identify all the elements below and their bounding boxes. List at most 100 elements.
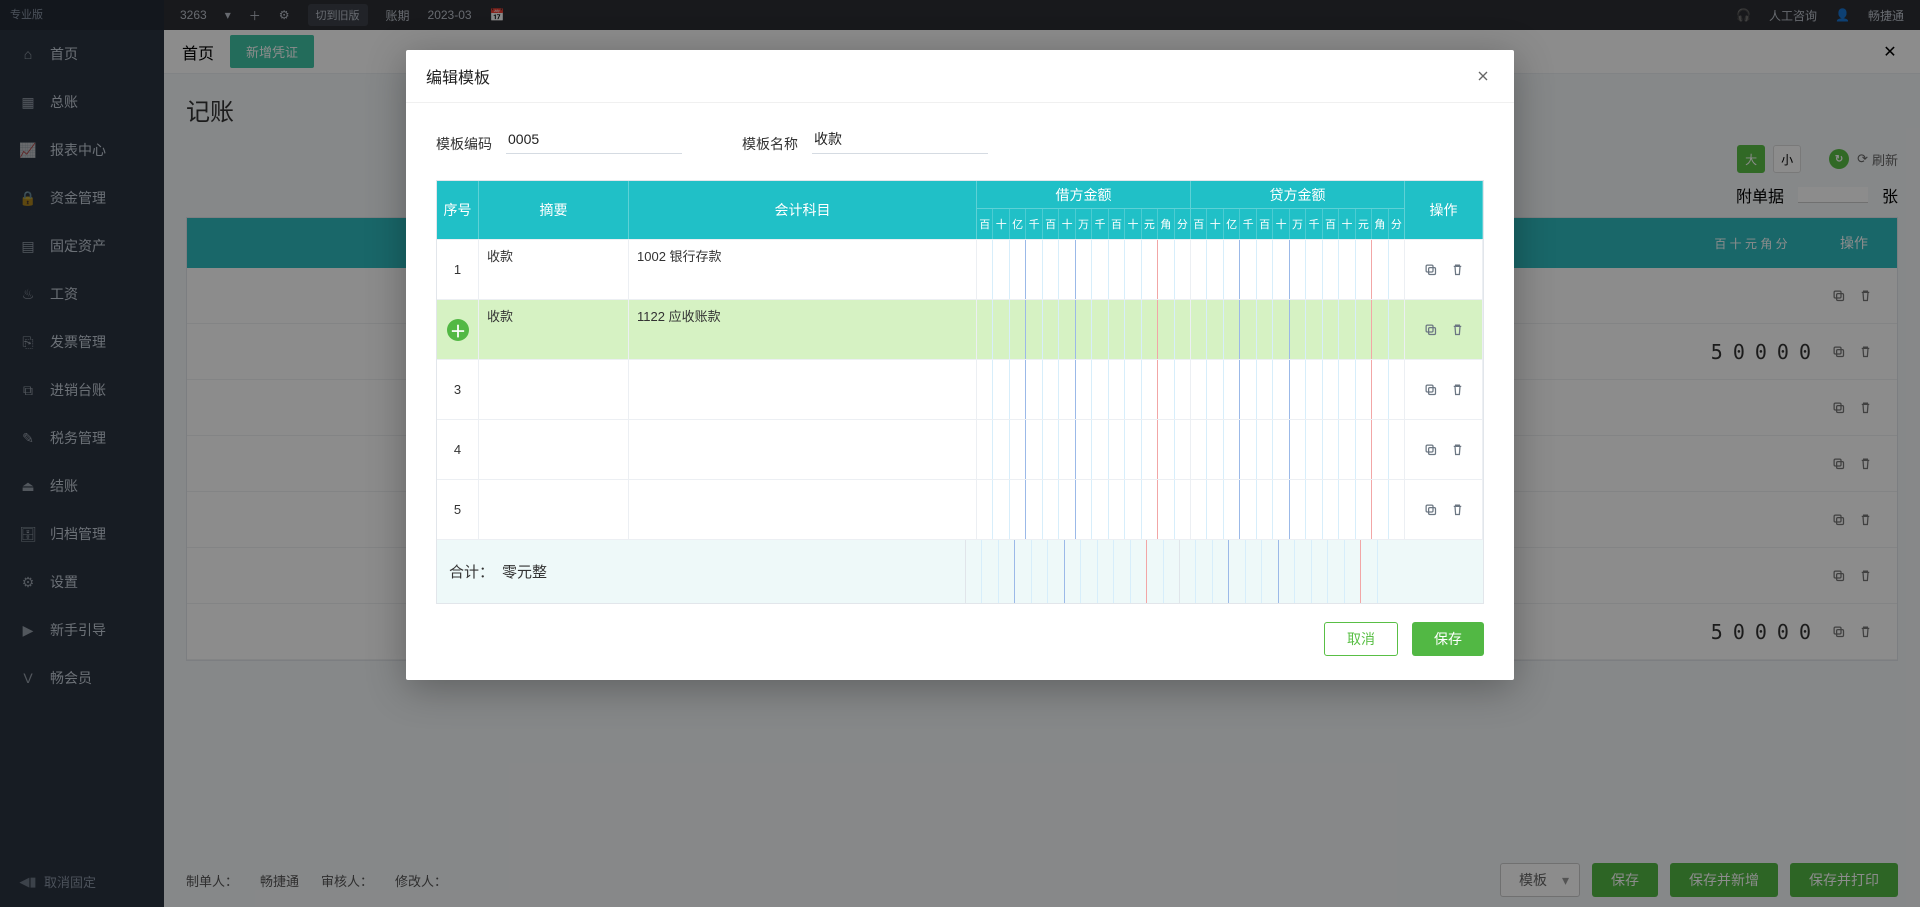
amount-digit-cell[interactable] (1257, 360, 1273, 419)
amount-digit-cell[interactable] (1323, 240, 1339, 299)
amount-digit-cell[interactable] (1043, 420, 1059, 479)
amount-digit-cell[interactable] (1175, 360, 1190, 419)
amount-digit-cell[interactable] (1076, 300, 1092, 359)
amount-digit-cell[interactable] (1257, 300, 1273, 359)
amount-digit-cell[interactable] (1048, 540, 1064, 603)
amount-digit-cell[interactable] (1372, 360, 1388, 419)
amount-digit-cell[interactable] (1109, 480, 1125, 539)
amount-digit-cell[interactable] (1125, 480, 1141, 539)
amount-digit-cell[interactable] (1295, 540, 1311, 603)
amount-digit-cell[interactable] (1147, 540, 1163, 603)
amount-digit-cell[interactable] (977, 420, 993, 479)
delete-template-row-icon[interactable] (1450, 502, 1465, 517)
amount-digit-cell[interactable] (1059, 300, 1075, 359)
amount-digit-cell[interactable] (1109, 240, 1125, 299)
amount-digit-cell[interactable] (1010, 240, 1026, 299)
amount-digit-cell[interactable] (1092, 360, 1108, 419)
amount-digit-cell[interactable] (1290, 240, 1306, 299)
amount-digit-cell[interactable] (1191, 240, 1207, 299)
copy-template-row-icon[interactable] (1423, 262, 1438, 277)
amount-digit-cell[interactable] (1191, 360, 1207, 419)
copy-template-row-icon[interactable] (1423, 322, 1438, 337)
amount-digit-cell[interactable] (1092, 420, 1108, 479)
amount-digit-cell[interactable] (1273, 420, 1289, 479)
amount-digit-cell[interactable] (1164, 540, 1179, 603)
amount-digit-cell[interactable] (1158, 240, 1174, 299)
amount-digit-cell[interactable] (1290, 420, 1306, 479)
amount-digit-cell[interactable] (1246, 540, 1262, 603)
amount-digit-cell[interactable] (1076, 420, 1092, 479)
amount-digit-cell[interactable] (1065, 540, 1081, 603)
amount-digit-cell[interactable] (1257, 240, 1273, 299)
amount-digit-cell[interactable] (1010, 300, 1026, 359)
amount-digit-cell[interactable] (1323, 420, 1339, 479)
amount-digit-cell[interactable] (1323, 360, 1339, 419)
amount-digit-cell[interactable] (1273, 240, 1289, 299)
amount-digit-cell[interactable] (1290, 360, 1306, 419)
amount-digit-cell[interactable] (1229, 540, 1245, 603)
amount-digit-cell[interactable] (1339, 300, 1355, 359)
row-abstract[interactable]: 收款 (487, 306, 513, 325)
amount-digit-cell[interactable] (1389, 480, 1404, 539)
amount-digit-cell[interactable] (1026, 480, 1042, 539)
amount-digit-cell[interactable] (1306, 300, 1322, 359)
amount-digit-cell[interactable] (977, 240, 993, 299)
amount-digit-cell[interactable] (982, 540, 998, 603)
amount-digit-cell[interactable] (1224, 360, 1240, 419)
amount-digit-cell[interactable] (1290, 480, 1306, 539)
amount-digit-cell[interactable] (1125, 420, 1141, 479)
amount-digit-cell[interactable] (1378, 540, 1393, 603)
amount-digit-cell[interactable] (1092, 240, 1108, 299)
copy-template-row-icon[interactable] (1423, 442, 1438, 457)
amount-digit-cell[interactable] (1279, 540, 1295, 603)
amount-digit-cell[interactable] (1010, 480, 1026, 539)
amount-digit-cell[interactable] (1207, 360, 1223, 419)
amount-digit-cell[interactable] (977, 480, 993, 539)
amount-digit-cell[interactable] (993, 480, 1009, 539)
amount-digit-cell[interactable] (1290, 300, 1306, 359)
amount-digit-cell[interactable] (1257, 420, 1273, 479)
amount-digit-cell[interactable] (1372, 420, 1388, 479)
amount-digit-cell[interactable] (1076, 240, 1092, 299)
copy-template-row-icon[interactable] (1423, 382, 1438, 397)
amount-digit-cell[interactable] (1207, 480, 1223, 539)
amount-digit-cell[interactable] (1142, 420, 1158, 479)
amount-digit-cell[interactable] (1372, 240, 1388, 299)
amount-digit-cell[interactable] (1142, 480, 1158, 539)
amount-digit-cell[interactable] (1356, 300, 1372, 359)
amount-digit-cell[interactable] (1026, 240, 1042, 299)
amount-digit-cell[interactable] (1142, 300, 1158, 359)
amount-digit-cell[interactable] (1015, 540, 1031, 603)
amount-digit-cell[interactable] (1076, 360, 1092, 419)
amount-digit-cell[interactable] (1356, 480, 1372, 539)
amount-digit-cell[interactable] (1339, 240, 1355, 299)
amount-digit-cell[interactable] (1323, 300, 1339, 359)
amount-digit-cell[interactable] (1361, 540, 1377, 603)
template-row[interactable]: ＋ 收款 1122 应收账款 (437, 299, 1483, 359)
amount-digit-cell[interactable] (1191, 300, 1207, 359)
amount-digit-cell[interactable] (1240, 240, 1256, 299)
amount-digit-cell[interactable] (1207, 420, 1223, 479)
amount-digit-cell[interactable] (1043, 300, 1059, 359)
amount-digit-cell[interactable] (1213, 540, 1229, 603)
amount-digit-cell[interactable] (1240, 300, 1256, 359)
amount-digit-cell[interactable] (1059, 360, 1075, 419)
template-row[interactable]: 4 (437, 419, 1483, 479)
amount-digit-cell[interactable] (1175, 240, 1190, 299)
amount-digit-cell[interactable] (1323, 480, 1339, 539)
amount-digit-cell[interactable] (1114, 540, 1130, 603)
amount-digit-cell[interactable] (1224, 420, 1240, 479)
amount-digit-cell[interactable] (977, 360, 993, 419)
amount-digit-cell[interactable] (1026, 300, 1042, 359)
amount-digit-cell[interactable] (1372, 300, 1388, 359)
modal-cancel-button[interactable]: 取消 (1324, 622, 1398, 656)
amount-digit-cell[interactable] (1158, 300, 1174, 359)
amount-digit-cell[interactable] (1076, 480, 1092, 539)
amount-digit-cell[interactable] (1262, 540, 1278, 603)
amount-digit-cell[interactable] (1010, 420, 1026, 479)
amount-digit-cell[interactable] (1207, 300, 1223, 359)
amount-digit-cell[interactable] (1092, 480, 1108, 539)
amount-digit-cell[interactable] (1158, 480, 1174, 539)
amount-digit-cell[interactable] (1081, 540, 1097, 603)
amount-digit-cell[interactable] (1032, 540, 1048, 603)
